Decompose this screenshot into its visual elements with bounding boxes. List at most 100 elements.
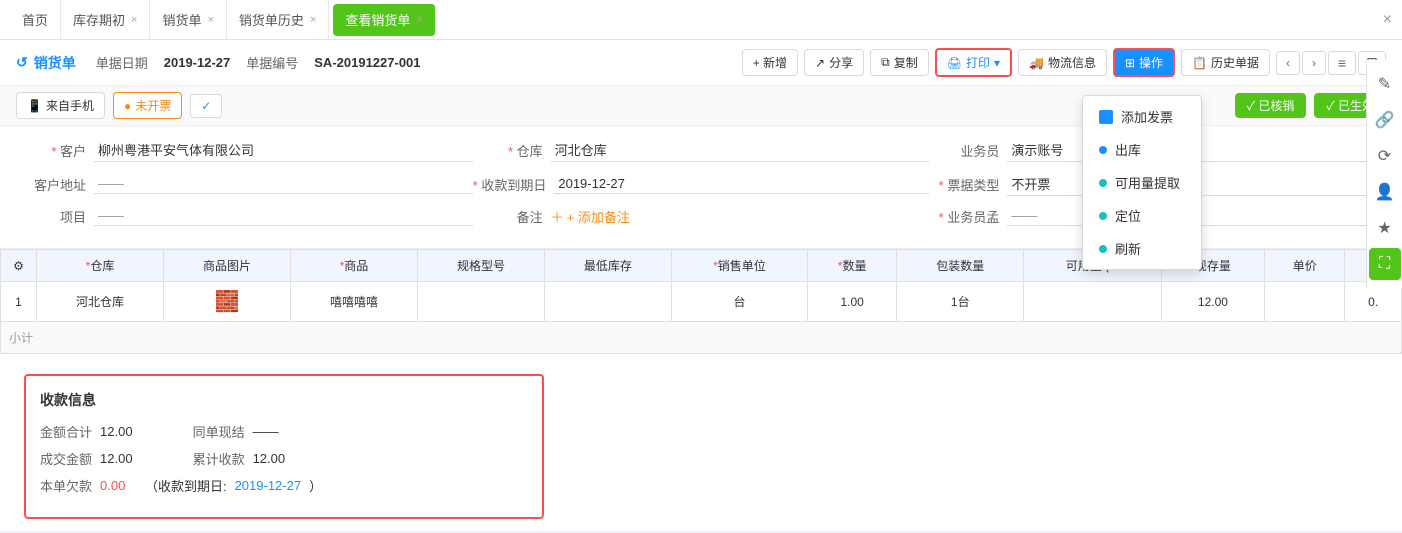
balance-value: 0.00 xyxy=(100,478,125,493)
cumulative-value: 12.00 xyxy=(253,451,286,466)
table-body: 1 河北仓库 🧱 嘻嘻嘻嘻 台 1.00 1台 12.00 0. 小计 xyxy=(1,282,1402,354)
menu-add-invoice[interactable]: 添加发票 xyxy=(1083,100,1201,133)
close-window-button[interactable]: × xyxy=(1383,11,1392,29)
customer-addr-field: 客户地址 —— xyxy=(16,174,473,194)
subtotal-label: 小计 xyxy=(1,322,1402,354)
payment-date-label: 收款到期日 xyxy=(473,175,547,194)
row-current-stock: 12.00 xyxy=(1161,282,1265,322)
confirmed-check-icon: ✓ xyxy=(1247,99,1255,113)
customer-addr-label: 客户地址 xyxy=(16,175,86,194)
row-available xyxy=(1024,282,1161,322)
sidebar-star-icon[interactable]: ★ xyxy=(1369,212,1401,244)
add-note-icon: ＋ xyxy=(551,207,564,226)
share-button[interactable]: ↗ 分享 xyxy=(804,49,864,76)
sidebar-link-icon[interactable]: 🔗 xyxy=(1369,104,1401,136)
menu-outbound[interactable]: 出库 xyxy=(1083,133,1201,166)
ticket-icon: ● xyxy=(124,99,131,113)
balance-note xyxy=(133,478,137,493)
payment-title: 收款信息 xyxy=(40,390,528,410)
not-opened-button[interactable]: ● 未开票 xyxy=(113,92,182,119)
list-view-button[interactable]: ≡ xyxy=(1328,51,1356,75)
date-value: 2019-12-27 xyxy=(164,55,231,70)
menu-refresh[interactable]: 刷新 xyxy=(1083,232,1201,265)
copy-button[interactable]: ⧉ 复制 xyxy=(870,49,929,76)
share-icon: ↗ xyxy=(815,56,825,70)
project-label: 项目 xyxy=(16,207,86,226)
col-unit-price: 单价 xyxy=(1265,250,1345,282)
check-icon-button[interactable]: ✓ xyxy=(190,94,222,118)
customer-field: 客户 柳州粤港平安气体有限公司 xyxy=(16,138,473,162)
logistics-icon: 🚚 xyxy=(1029,56,1044,70)
history-icon: 📋 xyxy=(1192,56,1207,70)
menu-available-pick[interactable]: 可用量提取 xyxy=(1083,166,1201,199)
col-pack-qty: 包装数量 xyxy=(897,250,1024,282)
outbound-icon xyxy=(1099,146,1107,154)
payment-row-3: 本单欠款 0.00 （收款到期日: 2019-12-27 ） xyxy=(40,476,528,495)
mobile-icon: 📱 xyxy=(27,99,42,113)
payment-date-value[interactable]: 2019-12-27 xyxy=(554,174,929,194)
menu-locate[interactable]: 定位 xyxy=(1083,199,1201,232)
print-icon: 🖨 xyxy=(947,56,962,70)
row-warehouse: 河北仓库 xyxy=(37,282,164,322)
sidebar-user-icon[interactable]: 👤 xyxy=(1369,176,1401,208)
close-tab-history[interactable]: × xyxy=(310,14,316,26)
tab-sales-history[interactable]: 销货单历史 × xyxy=(227,0,329,40)
balance-date: 2019-12-27 xyxy=(235,478,302,493)
row-pack-qty: 1台 xyxy=(897,282,1024,322)
total-field: 金额合计 12.00 xyxy=(40,422,133,441)
tab-view-sales[interactable]: 查看销货单 × xyxy=(333,4,435,36)
row-unit-price xyxy=(1265,282,1345,322)
balance-field: 本单欠款 0.00 （收款到期日: 2019-12-27 ） xyxy=(40,476,322,495)
row-product-img: 🧱 xyxy=(163,282,290,322)
tab-home[interactable]: 首页 xyxy=(10,0,61,40)
date-label: 单据日期 xyxy=(96,53,148,72)
copy-icon: ⧉ xyxy=(881,55,890,70)
subtotal-row: 小计 xyxy=(1,322,1402,354)
number-label: 单据编号 xyxy=(246,53,298,72)
same-order-label: 同单现结 xyxy=(193,422,245,441)
project-value[interactable]: —— xyxy=(94,206,473,226)
same-order-field: 同单现结 —— xyxy=(193,422,279,441)
row-spec xyxy=(417,282,544,322)
tab-sales-order[interactable]: 销货单 × xyxy=(150,0,226,40)
customer-addr-value[interactable]: —— xyxy=(94,174,473,194)
row-num: 1 xyxy=(1,282,37,322)
new-button[interactable]: + 新增 xyxy=(742,49,798,76)
col-gear[interactable]: ⚙ xyxy=(1,250,37,282)
close-tab-view-sales[interactable]: × xyxy=(416,14,422,26)
history-button[interactable]: 📋 历史单据 xyxy=(1181,49,1270,76)
col-warehouse: *仓库 xyxy=(37,250,164,282)
locate-icon xyxy=(1099,212,1107,220)
payment-row-1: 金额合计 12.00 同单现结 —— xyxy=(40,422,528,441)
note-label: 备注 xyxy=(473,207,543,226)
ticket-type-label: 票据类型 xyxy=(929,175,999,194)
next-button[interactable]: › xyxy=(1302,51,1326,75)
close-tab-inventory[interactable]: × xyxy=(131,14,137,26)
sales-staff-label: 业务员孟 xyxy=(929,207,999,226)
tab-inventory-init[interactable]: 库存期初 × xyxy=(61,0,150,40)
sidebar-expand-icon[interactable]: ⛶ xyxy=(1369,248,1401,280)
close-tab-sales[interactable]: × xyxy=(207,14,213,26)
customer-value[interactable]: 柳州粤港平安气体有限公司 xyxy=(94,138,473,162)
print-button[interactable]: 🖨 打印 ▾ xyxy=(935,48,1012,77)
operations-button[interactable]: ⊞ 操作 xyxy=(1113,48,1175,77)
effective-check-icon: ✓ xyxy=(1326,99,1334,113)
number-value: SA-20191227-001 xyxy=(314,55,420,70)
same-order-value: —— xyxy=(253,424,279,439)
warehouse-value[interactable]: 河北仓库 xyxy=(551,138,930,162)
add-note-button[interactable]: ＋ + 添加备注 xyxy=(551,207,630,226)
logistics-button[interactable]: 🚚 物流信息 xyxy=(1018,49,1107,76)
from-mobile-button[interactable]: 📱 来自手机 xyxy=(16,92,105,119)
payment-date-field: 收款到期日 2019-12-27 xyxy=(473,174,930,194)
doc-meta: 单据日期 2019-12-27 单据编号 SA-20191227-001 xyxy=(96,53,742,72)
deal-amount-value: 12.00 xyxy=(100,451,133,466)
sidebar-rotate-icon[interactable]: ⟳ xyxy=(1369,140,1401,172)
add-invoice-icon xyxy=(1099,110,1113,124)
total-label: 金额合计 xyxy=(40,422,92,441)
payment-wrapper: 收款信息 金额合计 12.00 同单现结 —— 成交金额 12.00 累计收款 xyxy=(0,354,1402,531)
confirmed-button[interactable]: ✓ 已核销 xyxy=(1235,93,1307,118)
col-product: *商品 xyxy=(290,250,417,282)
prev-button[interactable]: ‹ xyxy=(1276,51,1300,75)
sidebar-edit-icon[interactable]: ✎ xyxy=(1369,68,1401,100)
col-spec: 规格型号 xyxy=(417,250,544,282)
